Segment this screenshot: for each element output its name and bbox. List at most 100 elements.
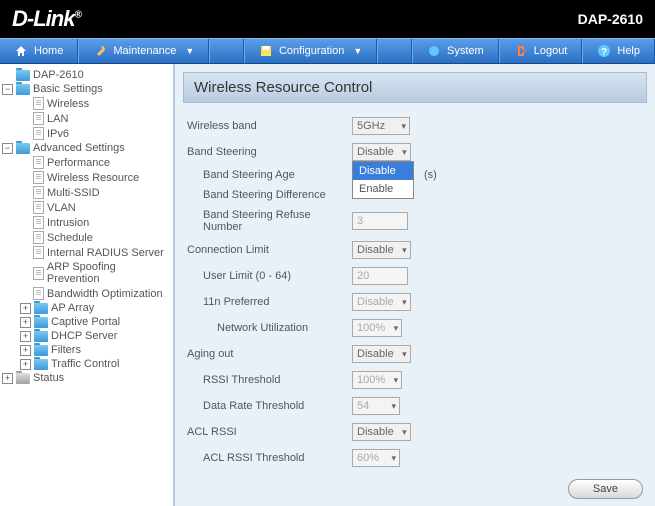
tree-wireless-resource[interactable]: Wireless Resource (2, 170, 171, 185)
collapse-icon[interactable]: − (2, 143, 13, 154)
aging-select[interactable]: Disable (352, 345, 411, 363)
menu-logout[interactable]: Logout (499, 39, 583, 63)
dropdown-option-enable[interactable]: Enable (353, 180, 413, 198)
chevron-down-icon: ▼ (353, 46, 362, 56)
acl-rssi-thr-label: ACL RSSI Threshold (187, 452, 352, 464)
folder-icon (16, 84, 30, 95)
logout-icon (514, 44, 528, 58)
bs-refuse-input[interactable] (352, 212, 408, 230)
tree-basic-settings[interactable]: −Basic Settings (2, 82, 171, 96)
data-rate-select[interactable]: 54 (352, 397, 400, 415)
bs-diff-label: Band Steering Difference (187, 189, 352, 201)
expand-icon[interactable]: + (20, 345, 31, 356)
band-steering-dropdown: Disable Enable (352, 161, 414, 199)
bs-age-suffix: (s) (424, 169, 437, 181)
save-icon (259, 44, 273, 58)
net-util-label: Network Utilization (187, 322, 352, 334)
menu-home[interactable]: Home (0, 39, 78, 63)
tree-wireless[interactable]: Wireless (2, 96, 171, 111)
tree-performance[interactable]: Performance (2, 155, 171, 170)
tree-schedule[interactable]: Schedule (2, 230, 171, 245)
aging-label: Aging out (187, 348, 352, 360)
11n-label: 11n Preferred (187, 296, 352, 308)
bs-age-label: Band Steering Age (187, 169, 352, 181)
acl-rssi-select[interactable]: Disable (352, 423, 411, 441)
folder-icon (16, 143, 30, 154)
doc-icon (33, 127, 44, 140)
acl-rssi-thr-select[interactable]: 60% (352, 449, 400, 467)
menubar-spacer (209, 39, 244, 63)
doc-icon (33, 112, 44, 125)
rssi-thr-label: RSSI Threshold (187, 374, 352, 386)
folder-icon (16, 70, 30, 81)
conn-limit-select[interactable]: Disable (352, 241, 411, 259)
expand-icon[interactable]: + (2, 373, 13, 384)
band-steering-label: Band Steering (187, 146, 352, 158)
logo: D-Link® (12, 6, 81, 32)
panel-title: Wireless Resource Control (183, 72, 647, 103)
svg-text:?: ? (601, 47, 607, 58)
menu-help-label: Help (617, 45, 640, 57)
menu-help[interactable]: ? Help (582, 39, 655, 63)
menubar-spacer (377, 39, 412, 63)
tree-captive[interactable]: +Captive Portal (2, 315, 171, 329)
tree-root[interactable]: DAP-2610 (2, 68, 171, 82)
folder-icon (34, 359, 48, 370)
expand-icon[interactable]: + (20, 331, 31, 342)
tree-lan[interactable]: LAN (2, 111, 171, 126)
doc-icon (33, 267, 44, 280)
data-rate-label: Data Rate Threshold (187, 400, 352, 412)
tree-intrusion[interactable]: Intrusion (2, 215, 171, 230)
tree-ap-array[interactable]: +AP Array (2, 301, 171, 315)
help-icon: ? (597, 44, 611, 58)
dropdown-option-disable[interactable]: Disable (353, 162, 413, 180)
doc-icon (33, 246, 44, 259)
tree-traffic[interactable]: +Traffic Control (2, 357, 171, 371)
wireless-band-label: Wireless band (187, 120, 352, 132)
folder-icon (34, 317, 48, 328)
header-bar: D-Link® DAP-2610 (0, 0, 655, 38)
home-icon (14, 44, 28, 58)
11n-select[interactable]: Disable (352, 293, 411, 311)
menu-configuration-label: Configuration (279, 45, 344, 57)
folder-icon (34, 345, 48, 356)
expand-icon[interactable]: + (20, 359, 31, 370)
doc-icon (33, 97, 44, 110)
expand-icon[interactable]: + (20, 317, 31, 328)
tree-ipv6[interactable]: IPv6 (2, 126, 171, 141)
user-limit-label: User Limit (0 - 64) (187, 270, 352, 282)
tree-arp[interactable]: ARP Spoofing Prevention (2, 260, 171, 286)
tree-filters[interactable]: +Filters (2, 343, 171, 357)
expand-icon[interactable]: + (20, 303, 31, 314)
menu-system[interactable]: System (412, 39, 499, 63)
menubar: Home Maintenance ▼ Configuration ▼ Syste… (0, 38, 655, 64)
tree-status[interactable]: +Status (2, 371, 171, 385)
folder-icon (34, 331, 48, 342)
doc-icon (33, 201, 44, 214)
net-util-select[interactable]: 100% (352, 319, 402, 337)
tree-bandwidth[interactable]: Bandwidth Optimization (2, 286, 171, 301)
doc-icon (33, 171, 44, 184)
folder-icon (16, 373, 30, 384)
tree-multi-ssid[interactable]: Multi-SSID (2, 185, 171, 200)
doc-icon (33, 287, 44, 300)
menu-maintenance-label: Maintenance (113, 45, 176, 57)
doc-icon (33, 216, 44, 229)
doc-icon (33, 186, 44, 199)
wireless-band-select[interactable]: 5GHz (352, 117, 410, 135)
collapse-icon[interactable]: − (2, 84, 13, 95)
rssi-thr-select[interactable]: 100% (352, 371, 402, 389)
doc-icon (33, 231, 44, 244)
tree-dhcp[interactable]: +DHCP Server (2, 329, 171, 343)
conn-limit-label: Connection Limit (187, 244, 352, 256)
user-limit-input[interactable] (352, 267, 408, 285)
menu-maintenance[interactable]: Maintenance ▼ (78, 39, 209, 63)
tree-vlan[interactable]: VLAN (2, 200, 171, 215)
menu-configuration[interactable]: Configuration ▼ (244, 39, 377, 63)
tree-advanced-settings[interactable]: −Advanced Settings (2, 141, 171, 155)
save-button[interactable]: Save (568, 479, 643, 499)
tree-radius[interactable]: Internal RADIUS Server (2, 245, 171, 260)
system-icon (427, 44, 441, 58)
folder-icon (34, 303, 48, 314)
band-steering-select[interactable]: Disable (352, 143, 411, 161)
